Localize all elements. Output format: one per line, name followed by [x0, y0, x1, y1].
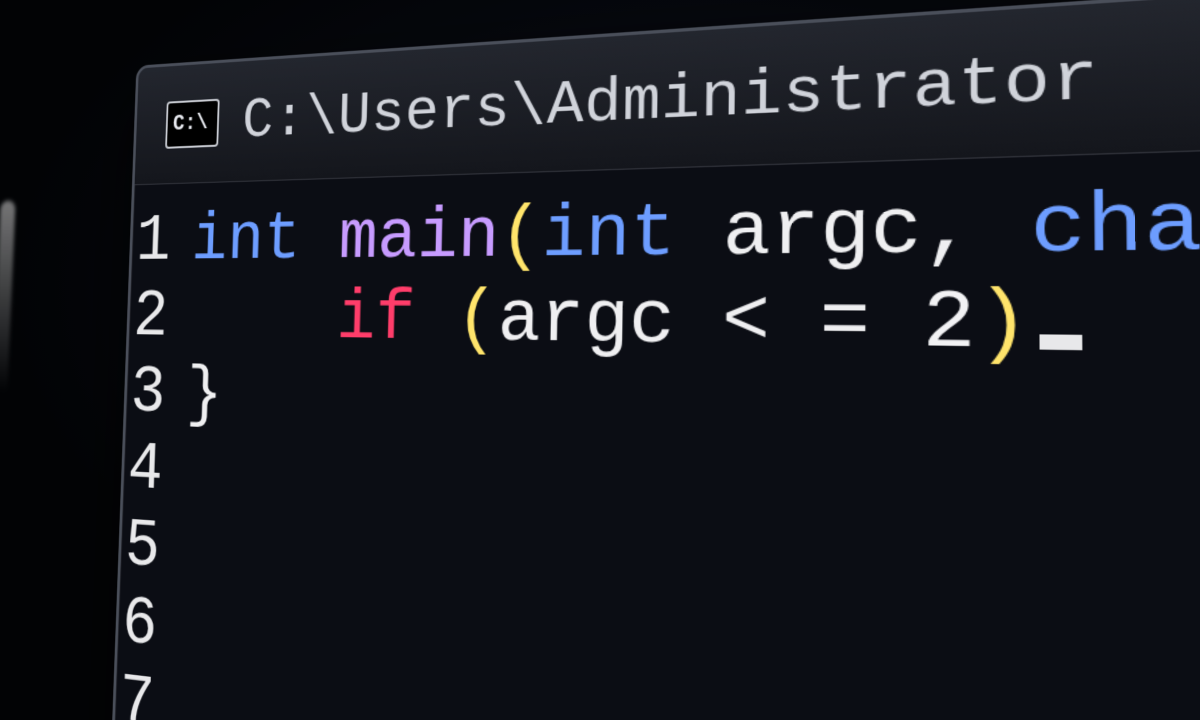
keyword-type: char	[1030, 176, 1200, 276]
function-name: main	[338, 195, 501, 278]
terminal-window: C:\ C:\Users\Administrator ✕ PowerShell …	[103, 0, 1200, 720]
keyword-type: int	[541, 191, 676, 278]
code-area[interactable]: int main(int argc, char** argv, char if …	[175, 151, 1200, 720]
paren: (	[455, 279, 498, 362]
bezel-highlight	[0, 201, 16, 441]
line-number: 3	[126, 355, 167, 433]
identifier: argc	[497, 278, 675, 365]
identifier: argc	[722, 185, 922, 277]
code-editor[interactable]: 1 2 3 4 5 6 7 int main(int argc, char** …	[114, 118, 1200, 720]
operator: < =	[721, 278, 870, 369]
line-number: 6	[117, 584, 158, 666]
tab-close-button[interactable]: ✕	[1196, 32, 1200, 109]
comma: ,	[922, 183, 975, 276]
paren: (	[499, 194, 543, 277]
tab-cmd-title: C:\Users\Administrator	[241, 38, 1099, 153]
line-number: 4	[123, 431, 164, 510]
line-number: 1	[131, 204, 172, 280]
keyword-control: if	[336, 279, 417, 360]
cmd-icon: C:\	[165, 98, 220, 148]
indent	[188, 279, 338, 358]
brace: }	[185, 356, 223, 434]
line-number: 5	[120, 507, 161, 587]
paren: )	[976, 277, 1031, 372]
cmd-icon-label: C:\	[173, 112, 209, 136]
cursor	[1039, 334, 1082, 350]
number-literal: 2	[922, 277, 976, 371]
line-number: 7	[114, 662, 156, 720]
stage: C:\ C:\Users\Administrator ✕ PowerShell …	[0, 0, 1200, 720]
line-number: 2	[128, 280, 169, 356]
keyword-type: int	[191, 201, 302, 279]
